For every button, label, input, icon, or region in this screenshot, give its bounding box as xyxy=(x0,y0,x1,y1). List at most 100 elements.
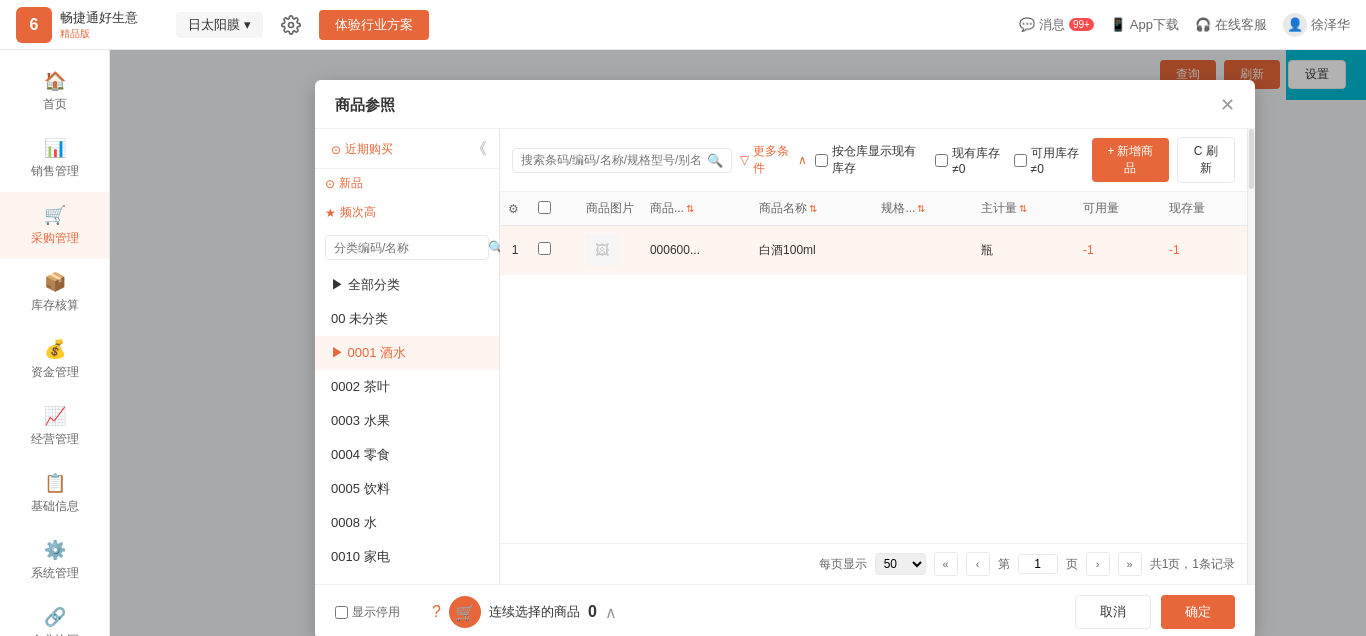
warehouse-checkbox[interactable] xyxy=(815,154,828,167)
sidebar-item-operations[interactable]: 📈 经营管理 xyxy=(0,393,109,460)
category-label: 0008 水 xyxy=(331,514,377,532)
product-search-icon[interactable]: 🔍 xyxy=(707,153,723,168)
category-item-0003[interactable]: 0003 水果 xyxy=(315,404,499,438)
category-label: ▶ 0001 酒水 xyxy=(331,344,406,362)
table-row[interactable]: 1 🖼 000600... xyxy=(500,226,1247,275)
sidebar-item-enterprise[interactable]: 🔗 企业协同 xyxy=(0,594,109,636)
page-number-input[interactable] xyxy=(1018,554,1058,574)
modal-body: ⊙ 近期购买 《 ⊙ 新品 ★ 频次高 � xyxy=(315,129,1255,584)
cart-count: 0 xyxy=(588,603,597,621)
recent-purchases-btn[interactable]: ⊙ 近期购买 xyxy=(325,139,399,160)
modal-footer: 显示停用 ? 🛒 连续选择的商品 0 ∧ 取消 确定 xyxy=(315,584,1255,636)
settings-icon[interactable] xyxy=(275,9,307,41)
messages-btn[interactable]: 💬 消息 99+ xyxy=(1019,16,1094,34)
refresh-button[interactable]: C 刷新 xyxy=(1177,137,1235,183)
product-search-input[interactable] xyxy=(521,153,703,167)
category-item-0004[interactable]: 0004 零食 xyxy=(315,438,499,472)
category-item-0002[interactable]: 0002 茶叶 xyxy=(315,370,499,404)
cart-icon-btn[interactable]: 🛒 xyxy=(449,596,481,628)
nav-right: 💬 消息 99+ 📱 App下载 🎧 在线客服 👤 徐泽华 xyxy=(1019,13,1350,37)
sidebar-item-label: 系统管理 xyxy=(31,565,79,582)
modal-close-button[interactable]: ✕ xyxy=(1220,94,1235,116)
product-unit-cell: 瓶 xyxy=(973,226,1075,275)
frequent-products-btn[interactable]: ★ 频次高 xyxy=(315,198,499,227)
enterprise-icon: 🔗 xyxy=(44,606,66,628)
col-product-code: 商品... ⇅ xyxy=(642,192,751,226)
store-selector[interactable]: 日太阳膜 ▾ xyxy=(176,12,263,38)
category-item-0001[interactable]: ▶ 0001 酒水 xyxy=(315,336,499,370)
col-unit: 主计量 ⇅ xyxy=(973,192,1075,226)
category-label: 0003 水果 xyxy=(331,412,390,430)
add-product-button[interactable]: + 新增商品 xyxy=(1092,138,1169,182)
confirm-button[interactable]: 确定 xyxy=(1161,595,1235,629)
category-list: ▶ 全部分类 00 未分类 ▶ 0001 酒水 0002 茶叶 0003 水果 xyxy=(315,268,499,574)
per-page-select[interactable]: 50 100 xyxy=(875,553,926,575)
collapse-panel-btn[interactable]: 《 xyxy=(469,139,489,159)
basic-info-icon: 📋 xyxy=(44,472,66,494)
category-item-00[interactable]: 00 未分类 xyxy=(315,302,499,336)
sidebar-item-finance[interactable]: 💰 资金管理 xyxy=(0,326,109,393)
select-all-checkbox[interactable] xyxy=(538,201,551,214)
row-checkbox[interactable] xyxy=(538,242,551,255)
product-name-cell: 白酒100ml xyxy=(751,226,873,275)
sidebar-item-label: 库存核算 xyxy=(31,297,79,314)
category-item-0005[interactable]: 0005 饮料 xyxy=(315,472,499,506)
page-suffix-label: 页 xyxy=(1066,556,1078,573)
available-stock-checkbox-group: 现有库存≠0 xyxy=(935,145,1005,176)
cancel-button[interactable]: 取消 xyxy=(1075,595,1151,629)
system-icon: ⚙️ xyxy=(44,539,66,561)
category-item-0010[interactable]: 0010 家电 xyxy=(315,540,499,574)
sidebar-item-sales[interactable]: 📊 销售管理 xyxy=(0,125,109,192)
sidebar-item-label: 采购管理 xyxy=(31,230,79,247)
product-reference-modal: 商品参照 ✕ ⊙ 近期购买 《 ⊙ 新品 xyxy=(315,80,1255,636)
cart-collapse-btn[interactable]: ∧ xyxy=(605,603,617,622)
new-products-btn[interactable]: ⊙ 新品 xyxy=(315,169,499,198)
filter-icon: ▽ xyxy=(740,153,749,167)
product-search-box[interactable]: 🔍 xyxy=(512,148,732,173)
sidebar-item-purchase[interactable]: 🛒 采购管理 xyxy=(0,192,109,259)
usable-stock-checkbox-group: 可用库存≠0 xyxy=(1014,145,1084,176)
cart-text: 连续选择的商品 xyxy=(489,603,580,621)
app-download-btn[interactable]: 📱 App下载 xyxy=(1110,16,1179,34)
store-name: 日太阳膜 xyxy=(188,16,240,34)
sidebar-item-inventory[interactable]: 📦 库存核算 xyxy=(0,259,109,326)
scrollbar-thumb[interactable] xyxy=(1249,129,1254,189)
online-service-btn[interactable]: 🎧 在线客服 xyxy=(1195,16,1267,34)
usable-stock-checkbox[interactable] xyxy=(1014,154,1027,167)
col-stock: 现存量 xyxy=(1161,192,1247,226)
sidebar-item-system[interactable]: ⚙️ 系统管理 xyxy=(0,527,109,594)
modal-scrollbar[interactable] xyxy=(1247,129,1255,584)
prev-page-btn[interactable]: ‹ xyxy=(966,552,990,576)
right-panel: 🔍 ▽ 更多条件 ∧ 按仓库显示现有库存 xyxy=(500,129,1247,584)
category-label: 0010 家电 xyxy=(331,548,390,566)
show-disabled-checkbox[interactable] xyxy=(335,606,348,619)
col-available: 可用量 xyxy=(1075,192,1161,226)
chevron-down-icon: ▾ xyxy=(244,17,251,32)
product-code-cell: 000600... xyxy=(642,226,751,275)
sidebar-item-label: 首页 xyxy=(43,96,67,113)
category-item-all[interactable]: ▶ 全部分类 xyxy=(315,268,499,302)
available-stock-checkbox[interactable] xyxy=(935,154,948,167)
category-item-0008[interactable]: 0008 水 xyxy=(315,506,499,540)
new-icon: ⊙ xyxy=(325,177,335,191)
sidebar-item-basic-info[interactable]: 📋 基础信息 xyxy=(0,460,109,527)
product-available-cell: -1 xyxy=(1075,226,1161,275)
last-page-btn[interactable]: » xyxy=(1118,552,1142,576)
next-page-btn[interactable]: › xyxy=(1086,552,1110,576)
logo-icon: 6 xyxy=(16,7,52,43)
category-label: 0005 饮料 xyxy=(331,480,390,498)
sidebar-item-home[interactable]: 🏠 首页 xyxy=(0,58,109,125)
first-page-btn[interactable]: « xyxy=(934,552,958,576)
messages-badge: 99+ xyxy=(1069,18,1094,31)
user-avatar[interactable]: 👤 徐泽华 xyxy=(1283,13,1350,37)
pagination: 每页显示 50 100 « ‹ 第 页 › » 共1页，1条记录 xyxy=(500,543,1247,584)
product-stock-cell: -1 xyxy=(1161,226,1247,275)
category-search-box[interactable]: 🔍 xyxy=(325,235,489,260)
category-search-input[interactable] xyxy=(334,241,484,255)
purchase-icon: 🛒 xyxy=(44,204,66,226)
experience-btn[interactable]: 体验行业方案 xyxy=(319,10,429,40)
filter-more-btn[interactable]: ▽ 更多条件 ∧ xyxy=(740,143,807,177)
top-nav: 6 畅捷通好生意 精品版 日太阳膜 ▾ 体验行业方案 💬 消息 99+ 📱 Ap… xyxy=(0,0,1366,50)
help-icon[interactable]: ? xyxy=(432,603,441,621)
product-image-cell: 🖼 xyxy=(578,226,642,275)
